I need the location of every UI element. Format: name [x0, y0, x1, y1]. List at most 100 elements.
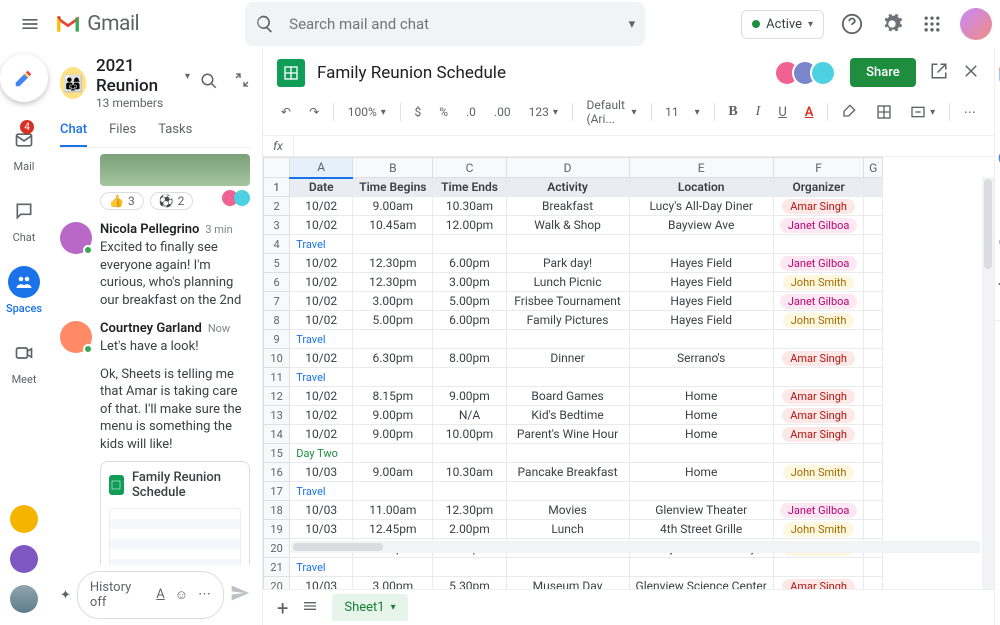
row-header[interactable]: 21 [264, 558, 290, 577]
main-menu-icon[interactable] [8, 0, 51, 48]
cell[interactable] [353, 330, 433, 349]
help-icon[interactable] [840, 12, 864, 36]
cell[interactable]: Travel [290, 558, 353, 577]
cell[interactable]: Janet Gilboa [773, 216, 864, 235]
row-header[interactable]: 16 [264, 463, 290, 482]
cell[interactable]: 10/02 [290, 292, 353, 311]
cell[interactable] [353, 482, 433, 501]
cell[interactable]: 6.30pm [353, 349, 433, 368]
dm-avatar-1[interactable] [10, 505, 38, 533]
cell[interactable]: Travel [290, 368, 353, 387]
cell[interactable]: Bayview Ave [629, 216, 773, 235]
cell[interactable] [629, 368, 773, 387]
cell[interactable] [864, 235, 883, 254]
cell[interactable]: 12.30pm [353, 254, 433, 273]
font-select[interactable]: Default (Ari... ▾ [583, 95, 641, 129]
sender-avatar[interactable] [60, 222, 92, 254]
cell[interactable]: Janet Gilboa [773, 501, 864, 520]
rail-mail[interactable]: 4 Mail [8, 124, 40, 173]
cell[interactable] [773, 368, 864, 387]
cell[interactable]: Amar Singh [773, 387, 864, 406]
col-header[interactable]: F [773, 158, 864, 178]
row-header[interactable]: 3 [264, 216, 290, 235]
merge-icon[interactable]: ▾ [906, 101, 939, 123]
row-header[interactable]: 20 [264, 577, 290, 590]
cell[interactable]: Activity [506, 178, 629, 197]
cell[interactable]: 11.00am [353, 501, 433, 520]
cell[interactable]: 9.00pm [353, 406, 433, 425]
cell[interactable] [506, 330, 629, 349]
row-header[interactable]: 18 [264, 501, 290, 520]
cell[interactable]: Pancake Breakfast [506, 463, 629, 482]
select-all-corner[interactable] [264, 158, 290, 178]
space-title[interactable]: 2021 Reunion▾ [96, 56, 190, 96]
emoji-icon[interactable]: ☺ [175, 587, 188, 603]
horizontal-scrollbar[interactable] [291, 541, 980, 553]
bold-button[interactable]: B [724, 101, 741, 123]
formula-bar[interactable] [293, 136, 994, 156]
cell[interactable]: 12.30pm [433, 501, 506, 520]
status-pill[interactable]: Active ▾ [741, 10, 824, 39]
currency-format[interactable]: $ [410, 102, 425, 122]
cell[interactable]: John Smith [773, 463, 864, 482]
collaborators[interactable] [782, 60, 836, 86]
cell[interactable]: Location [629, 178, 773, 197]
cell[interactable] [629, 235, 773, 254]
cell[interactable] [864, 216, 883, 235]
search-options-icon[interactable]: ▾ [629, 17, 636, 32]
sheet-title[interactable]: Family Reunion Schedule [317, 63, 506, 83]
col-header[interactable]: B [353, 158, 433, 178]
cell[interactable] [629, 330, 773, 349]
cell[interactable]: 8.15pm [353, 387, 433, 406]
cell[interactable] [433, 482, 506, 501]
cell[interactable]: John Smith [773, 311, 864, 330]
cell[interactable]: John Smith [773, 520, 864, 539]
add-sheet-icon[interactable]: + [277, 596, 288, 620]
dm-avatar-3[interactable] [10, 585, 38, 613]
redo-icon[interactable]: ↷ [305, 102, 323, 122]
cell[interactable] [629, 482, 773, 501]
sheet-tab[interactable]: Sheet1 ▾ [332, 594, 407, 621]
rail-spaces[interactable]: Spaces [6, 266, 42, 315]
cell[interactable]: Travel [290, 235, 353, 254]
col-header[interactable]: D [506, 158, 629, 178]
cell[interactable] [864, 254, 883, 273]
cell[interactable]: 4th Street Grille [629, 520, 773, 539]
cell[interactable] [506, 482, 629, 501]
cell[interactable]: 10/03 [290, 463, 353, 482]
cell[interactable]: John Smith [773, 273, 864, 292]
fill-color-icon[interactable] [838, 101, 862, 123]
cell[interactable] [433, 558, 506, 577]
row-header[interactable]: 7 [264, 292, 290, 311]
spreadsheet-grid[interactable]: A B C D E F G 1 Date Time Begins Time En… [263, 157, 883, 589]
cell[interactable]: Museum Day [506, 577, 629, 590]
cell[interactable]: Hayes Field [629, 254, 773, 273]
cell[interactable]: 10/02 [290, 425, 353, 444]
cell[interactable]: 6.00pm [433, 254, 506, 273]
cell[interactable]: Frisbee Tournament [506, 292, 629, 311]
col-header[interactable]: E [629, 158, 773, 178]
cell[interactable]: Serrano's [629, 349, 773, 368]
attached-image[interactable] [100, 154, 250, 186]
row-header[interactable]: 2 [264, 197, 290, 216]
cell[interactable] [433, 368, 506, 387]
cell[interactable] [506, 235, 629, 254]
borders-icon[interactable] [872, 101, 896, 123]
cell[interactable]: Amar Singh [773, 349, 864, 368]
cell[interactable]: Janet Gilboa [773, 254, 864, 273]
vertical-scrollbar[interactable] [982, 177, 994, 589]
more-toolbar-icon[interactable]: ⋯ [960, 102, 980, 122]
cell[interactable]: 9.00am [353, 463, 433, 482]
cell[interactable]: Hayes Field [629, 311, 773, 330]
cell[interactable] [506, 558, 629, 577]
row-header[interactable]: 8 [264, 311, 290, 330]
cell[interactable] [506, 368, 629, 387]
cell[interactable] [864, 292, 883, 311]
cell[interactable] [864, 311, 883, 330]
gmail-logo[interactable]: Gmail [55, 12, 139, 36]
cell[interactable]: 10/02 [290, 254, 353, 273]
cell[interactable] [864, 387, 883, 406]
cell[interactable]: 10/02 [290, 406, 353, 425]
row-header[interactable]: 5 [264, 254, 290, 273]
row-header[interactable]: 20 [264, 539, 290, 558]
